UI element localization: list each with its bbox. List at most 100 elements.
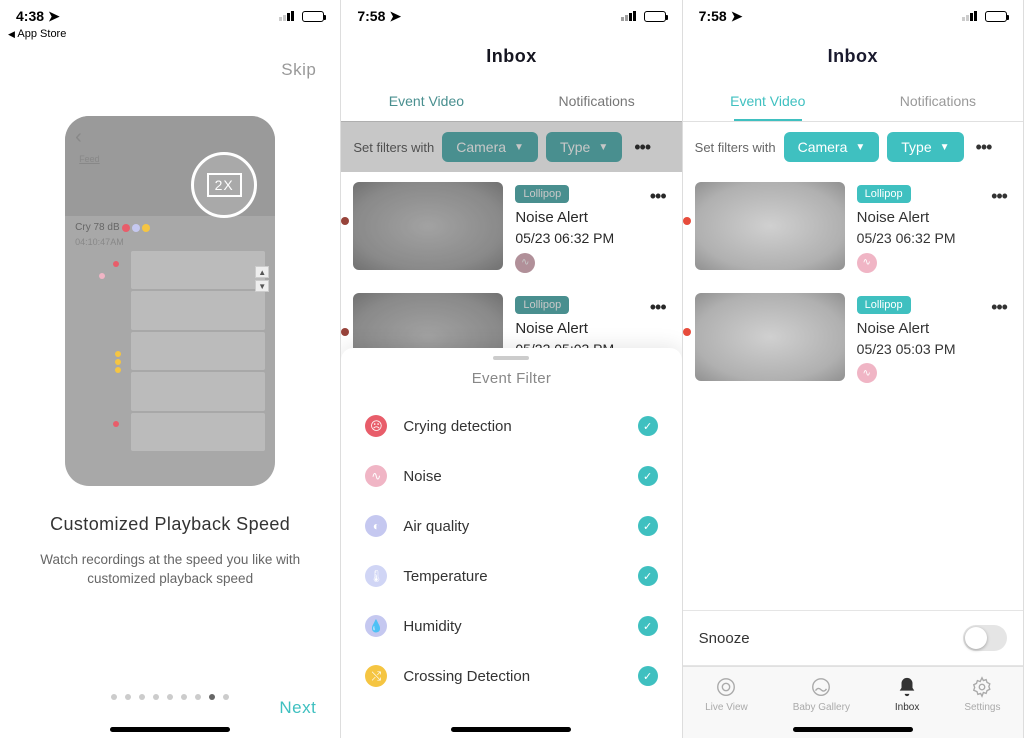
- tabbar-live-view[interactable]: Live View: [705, 675, 748, 738]
- event-title: Noise Alert: [857, 209, 1011, 226]
- check-icon: ✓: [638, 466, 658, 486]
- humid-icon: 💧: [365, 615, 387, 637]
- onboarding-description: Watch recordings at the speed you like w…: [26, 551, 314, 589]
- chevron-down-icon: ▼: [855, 142, 865, 153]
- back-to-app-button[interactable]: App Store: [0, 28, 340, 44]
- event-thumbnail[interactable]: [353, 182, 503, 270]
- filter-option-cross[interactable]: ⤭ Crossing Detection ✓: [341, 651, 681, 701]
- event-more-button[interactable]: •••: [646, 297, 670, 318]
- more-button[interactable]: •••: [972, 137, 996, 158]
- inbox-screen: 7:58 ➤ Inbox Event Video Notifications S…: [683, 0, 1024, 738]
- tabbar-settings[interactable]: Settings: [964, 675, 1000, 738]
- filter-label: Set filters with: [353, 140, 434, 155]
- filter-option-air[interactable]: ◐ Air quality ✓: [341, 501, 681, 551]
- status-bar: 7:58 ➤: [683, 0, 1023, 28]
- cry-indicator: Cry 78 dB: [75, 216, 265, 237]
- event-timestamp: 05/23 06:32 PM: [857, 230, 1011, 246]
- unread-indicator-icon: [341, 217, 349, 225]
- page-title: Inbox: [341, 28, 681, 81]
- skip-button[interactable]: Skip: [0, 44, 340, 96]
- event-timestamp: 05/23 06:32 PM: [515, 230, 669, 246]
- filter-option-noise[interactable]: ∿ Noise ✓: [341, 451, 681, 501]
- filter-option-label: Crossing Detection: [403, 668, 621, 685]
- temp-icon: 🌡: [365, 565, 387, 587]
- type-filter-button[interactable]: Type▼: [546, 132, 622, 162]
- down-arrow-icon: ▼: [255, 280, 269, 292]
- playback-speed-value: 2X: [207, 173, 242, 197]
- gallery-icon: [809, 675, 833, 699]
- status-time: 4:38: [16, 8, 44, 24]
- tab-event-video[interactable]: Event Video: [683, 81, 853, 121]
- inbox-tabs: Event Video Notifications: [341, 81, 681, 122]
- filter-option-label: Noise: [403, 468, 621, 485]
- illustration-feed-label: Feed: [79, 154, 100, 164]
- check-icon: ✓: [638, 566, 658, 586]
- status-time: 7:58: [357, 8, 385, 24]
- noise-type-icon: ∿: [857, 363, 877, 383]
- home-indicator[interactable]: [110, 727, 230, 732]
- air-icon: ◐: [365, 515, 387, 537]
- battery-icon: [644, 11, 666, 22]
- camera-filter-button[interactable]: Camera▼: [442, 132, 538, 162]
- onboarding-title: Customized Playback Speed: [0, 514, 340, 535]
- filter-option-temp[interactable]: 🌡 Temperature ✓: [341, 551, 681, 601]
- check-icon: ✓: [638, 416, 658, 436]
- filter-bar: Set filters with Camera▼ Type▼ •••: [341, 122, 681, 172]
- event-item[interactable]: Lollipop Noise Alert 05/23 06:32 PM ∿ ••…: [341, 172, 681, 283]
- event-camera-tag: Lollipop: [857, 185, 911, 203]
- event-more-button[interactable]: •••: [987, 297, 1011, 318]
- event-filter-sheet[interactable]: Event Filter ☹ Crying detection ✓ ∿ Nois…: [341, 348, 681, 738]
- filter-option-cry[interactable]: ☹ Crying detection ✓: [341, 401, 681, 451]
- chevron-down-icon: ▼: [514, 142, 524, 153]
- inbox-tabs: Event Video Notifications: [683, 81, 1023, 122]
- onboarding-screen: 4:38 ➤ App Store Skip ‹ Feed 2X Cry 78 d…: [0, 0, 341, 738]
- sheet-title: Event Filter: [341, 364, 681, 401]
- event-item[interactable]: Lollipop Noise Alert 05/23 05:03 PM ∿ ••…: [683, 283, 1023, 394]
- snooze-label: Snooze: [699, 630, 750, 647]
- home-indicator[interactable]: [451, 727, 571, 732]
- battery-icon: [302, 11, 324, 22]
- event-item[interactable]: Lollipop Noise Alert 05/23 06:32 PM ∿ ••…: [683, 172, 1023, 283]
- filter-bar: Set filters with Camera▼ Type▼ •••: [683, 122, 1023, 172]
- tab-notifications[interactable]: Notifications: [853, 81, 1023, 121]
- snooze-toggle[interactable]: [963, 625, 1007, 651]
- type-filter-button[interactable]: Type▼: [887, 132, 963, 162]
- more-button[interactable]: •••: [630, 137, 654, 158]
- tab-event-video[interactable]: Event Video: [341, 81, 511, 121]
- event-thumbnail[interactable]: [695, 293, 845, 381]
- live-view-icon: [714, 675, 738, 699]
- cross-icon: ⤭: [365, 665, 387, 687]
- cellular-signal-icon: [962, 11, 977, 21]
- event-camera-tag: Lollipop: [857, 296, 911, 314]
- event-title: Noise Alert: [515, 209, 669, 226]
- event-camera-tag: Lollipop: [515, 296, 569, 314]
- illustration-timestamp: 04:10:47AM: [75, 237, 265, 251]
- event-more-button[interactable]: •••: [987, 186, 1011, 207]
- inbox-screen-with-filter-sheet: 7:58 ➤ Inbox Event Video Notifications S…: [341, 0, 682, 738]
- next-button[interactable]: Next: [279, 698, 316, 718]
- status-bar: 7:58 ➤: [341, 0, 681, 28]
- event-title: Noise Alert: [515, 320, 669, 337]
- event-more-button[interactable]: •••: [646, 186, 670, 207]
- event-thumbnail[interactable]: [695, 182, 845, 270]
- location-icon: ➤: [389, 8, 401, 25]
- event-timestamp: 05/23 05:03 PM: [857, 341, 1011, 357]
- status-time: 7:58: [699, 8, 727, 24]
- filter-option-label: Crying detection: [403, 418, 621, 435]
- noise-type-icon: ∿: [857, 253, 877, 273]
- sheet-drag-handle[interactable]: [493, 356, 529, 360]
- unread-indicator-icon: [341, 328, 349, 336]
- location-icon: ➤: [731, 8, 743, 25]
- filter-option-humid[interactable]: 💧 Humidity ✓: [341, 601, 681, 651]
- illustration-back-icon: ‹: [75, 126, 82, 149]
- home-indicator[interactable]: [793, 727, 913, 732]
- camera-filter-button[interactable]: Camera▼: [784, 132, 880, 162]
- noise-type-icon: ∿: [515, 253, 535, 273]
- tab-notifications[interactable]: Notifications: [512, 81, 682, 121]
- snooze-bar: Snooze: [683, 610, 1023, 666]
- gear-icon: [970, 675, 994, 699]
- filter-option-label: Humidity: [403, 618, 621, 635]
- noise-icon: ∿: [365, 465, 387, 487]
- location-icon: ➤: [48, 8, 60, 25]
- playback-speed-badge: 2X: [191, 152, 257, 218]
